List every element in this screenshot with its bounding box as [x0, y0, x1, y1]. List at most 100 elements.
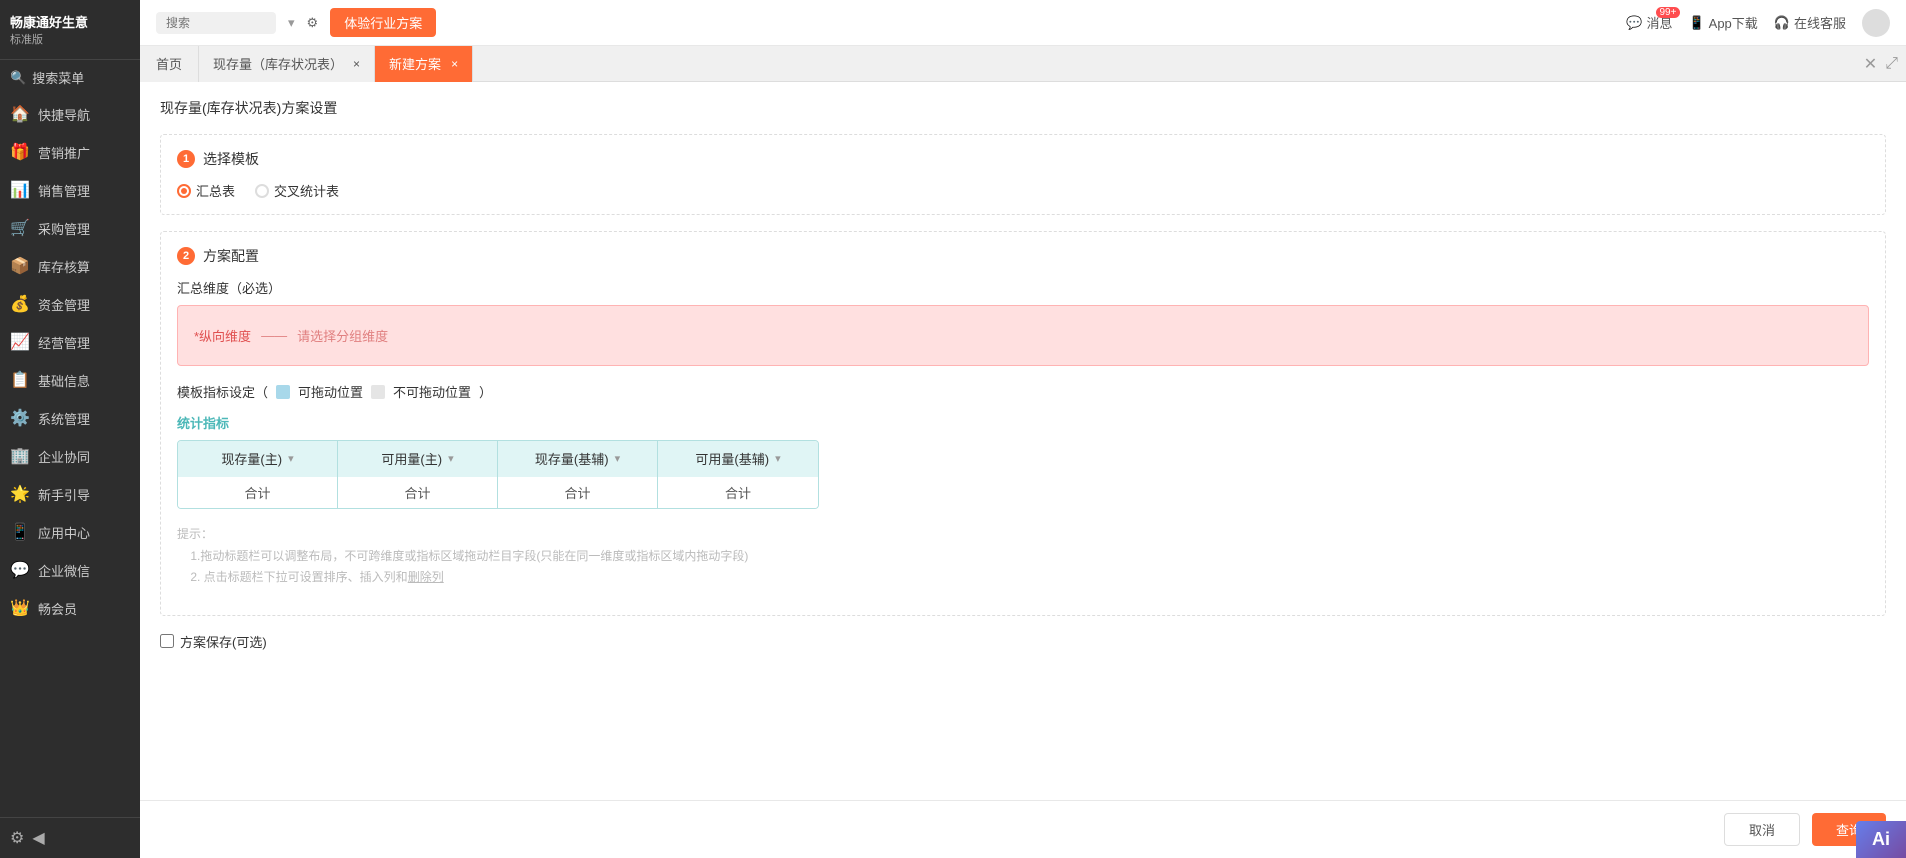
stats-col-1[interactable]: 现存量(主) ▾ [178, 441, 338, 477]
sidebar-item-finance[interactable]: 💰 资金管理 [0, 285, 140, 323]
sidebar-item-inventory[interactable]: 📦 库存核算 [0, 247, 140, 285]
stats-table-header: 现存量(主) ▾ 可用量(主) ▾ [178, 441, 818, 477]
member-icon: 👑 [10, 598, 30, 618]
col-2-arrow[interactable]: ▾ [448, 452, 454, 465]
sidebar-item-system[interactable]: ⚙️ 系统管理 [0, 399, 140, 437]
settings-icon[interactable]: ⚙ [10, 828, 24, 848]
tab-inventory-status[interactable]: 现存量（库存状况表） × [199, 46, 375, 82]
dimension-area[interactable]: *纵向维度 —— 请选择分组维度 [177, 305, 1869, 366]
stats-header-cell-1[interactable]: 现存量(主) ▾ [178, 441, 337, 477]
stats-header-cell-3[interactable]: 现存量(基辅) ▾ [498, 441, 657, 477]
col-4-arrow[interactable]: ▾ [775, 452, 781, 465]
stats-body-cell-3: 合计 [498, 477, 657, 508]
sidebar-item-label: 畅会员 [38, 599, 77, 618]
sidebar: 畅康通好生意 标准版 🔍 搜索菜单 🏠 快捷导航 🎁 营销推广 📊 销售管理 🛒… [0, 0, 140, 858]
sidebar-item-label: 系统管理 [38, 409, 90, 428]
app-title: 畅康通好生意 [10, 12, 130, 31]
panel-close-button[interactable]: ✕ [1864, 54, 1877, 74]
sidebar-item-new-guide[interactable]: 🌟 新手引导 [0, 475, 140, 513]
radio-cross-label: 交叉统计表 [274, 181, 339, 200]
sidebar-item-sales[interactable]: 📊 销售管理 [0, 171, 140, 209]
tab-new-scheme[interactable]: 新建方案 × [375, 46, 473, 82]
sidebar-item-label: 资金管理 [38, 295, 90, 314]
tabs-bar: 首页 现存量（库存状况表） × 新建方案 × ✕ ⤢ [140, 46, 1906, 82]
sidebar-item-app-center[interactable]: 📱 应用中心 [0, 513, 140, 551]
stats-header-cell-4[interactable]: 可用量(基辅) ▾ [658, 441, 818, 477]
fixed-label: 不可拖动位置 [393, 382, 471, 401]
stats-table-body: 合计 合计 合计 合计 [178, 477, 818, 508]
search-input[interactable] [156, 12, 276, 34]
tip-1: 1.拖动标题栏可以调整布局，不可跨维度或指标区域拖动栏目字段(只能在同一维度或指… [177, 546, 1869, 568]
col-1-arrow[interactable]: ▾ [288, 452, 294, 465]
radio-cross[interactable]: 交叉统计表 [255, 181, 339, 200]
sales-icon: 📊 [10, 180, 30, 200]
industry-scheme-button[interactable]: 体验行业方案 [330, 8, 436, 37]
step2-num: 2 [177, 247, 195, 265]
sidebar-logo: 畅康通好生意 标准版 [0, 0, 140, 60]
dropdown-icon[interactable]: ▾ [288, 15, 295, 31]
step2-title: 方案配置 [203, 246, 259, 266]
stats-body-cell-2: 合计 [338, 477, 497, 508]
fixed-badge [371, 385, 385, 399]
template-radio-group: 汇总表 交叉统计表 [177, 181, 1869, 200]
sidebar-item-base-info[interactable]: 📋 基础信息 [0, 361, 140, 399]
tab-inventory-status-close[interactable]: × [353, 57, 360, 71]
step2-header: 2 方案配置 [177, 246, 1869, 266]
topbar-left: ▾ ⚙ 体验行业方案 [156, 8, 436, 37]
sidebar-search[interactable]: 🔍 搜索菜单 [0, 60, 140, 95]
page-title: 现存量(库存状况表)方案设置 [160, 98, 1886, 118]
sidebar-item-label: 库存核算 [38, 257, 90, 276]
step1-header: 1 选择模板 [177, 149, 1869, 169]
tip-2: 2. 点击标题栏下拉可设置排序、插入列和删除列 [177, 567, 1869, 589]
app-download-badge[interactable]: 📱 App下载 [1688, 13, 1757, 32]
cancel-button[interactable]: 取消 [1724, 813, 1800, 846]
sidebar-item-label: 销售管理 [38, 181, 90, 200]
settings-icon[interactable]: ⚙ [307, 15, 319, 31]
stats-col-4[interactable]: 可用量(基辅) ▾ [658, 441, 818, 477]
enterprise-icon: 🏢 [10, 446, 30, 466]
dimension-placeholder: 请选择分组维度 [297, 326, 388, 345]
save-option: 方案保存(可选) [160, 632, 1886, 651]
stats-col-3[interactable]: 现存量(基辅) ▾ [498, 441, 658, 477]
service-icon: 🎧 [1774, 15, 1790, 31]
sidebar-item-operations[interactable]: 📈 经营管理 [0, 323, 140, 361]
sidebar-item-label: 企业协同 [38, 447, 90, 466]
sidebar-item-wechat[interactable]: 💬 企业微信 [0, 551, 140, 589]
dimension-required-label: 汇总维度（必选） [177, 278, 1869, 297]
sidebar-item-quick-nav[interactable]: 🏠 快捷导航 [0, 95, 140, 133]
sidebar-item-member[interactable]: 👑 畅会员 [0, 589, 140, 627]
tab-home[interactable]: 首页 [140, 46, 199, 82]
tab-new-scheme-label: 新建方案 [389, 54, 441, 73]
radio-cross-dot [255, 184, 269, 198]
app-download-label: App下载 [1709, 13, 1758, 32]
sidebar-item-label: 应用中心 [38, 523, 90, 542]
stats-header-cell-2[interactable]: 可用量(主) ▾ [338, 441, 497, 477]
ai-badge[interactable]: Ai [1856, 821, 1906, 858]
sidebar-item-enterprise[interactable]: 🏢 企业协同 [0, 437, 140, 475]
col-3-arrow[interactable]: ▾ [615, 452, 621, 465]
delete-col-link[interactable]: 删除列 [408, 570, 444, 584]
avatar[interactable] [1862, 9, 1890, 37]
stats-body-cell-4: 合计 [658, 477, 818, 508]
tab-new-scheme-close[interactable]: × [451, 57, 458, 71]
topbar-right: 💬 消息 99+ 📱 App下载 🎧 在线客服 [1626, 9, 1890, 37]
draggable-label: 可拖动位置 [298, 382, 363, 401]
download-icon: 📱 [1688, 15, 1704, 31]
topbar: ▾ ⚙ 体验行业方案 💬 消息 99+ 📱 App下载 🎧 在线客服 [140, 0, 1906, 46]
online-service-badge[interactable]: 🎧 在线客服 [1774, 13, 1846, 32]
stats-col-2[interactable]: 可用量(主) ▾ [338, 441, 498, 477]
sidebar-item-marketing[interactable]: 🎁 营销推广 [0, 133, 140, 171]
radio-summary[interactable]: 汇总表 [177, 181, 235, 200]
collapse-icon[interactable]: ◀ [32, 828, 44, 848]
finance-icon: 💰 [10, 294, 30, 314]
sidebar-nav: 🏠 快捷导航 🎁 营销推广 📊 销售管理 🛒 采购管理 📦 库存核算 💰 资金管… [0, 95, 140, 817]
sidebar-item-label: 快捷导航 [38, 105, 90, 124]
tab-inventory-status-label: 现存量（库存状况表） [213, 54, 343, 73]
sidebar-item-purchase[interactable]: 🛒 采购管理 [0, 209, 140, 247]
message-badge[interactable]: 💬 消息 99+ [1626, 13, 1672, 32]
stats-body-col-3: 合计 [498, 477, 658, 508]
save-checkbox[interactable] [160, 634, 174, 648]
sidebar-item-label: 企业微信 [38, 561, 90, 580]
panel-expand-button[interactable]: ⤢ [1885, 55, 1898, 73]
dimension-dash: —— [261, 328, 287, 343]
